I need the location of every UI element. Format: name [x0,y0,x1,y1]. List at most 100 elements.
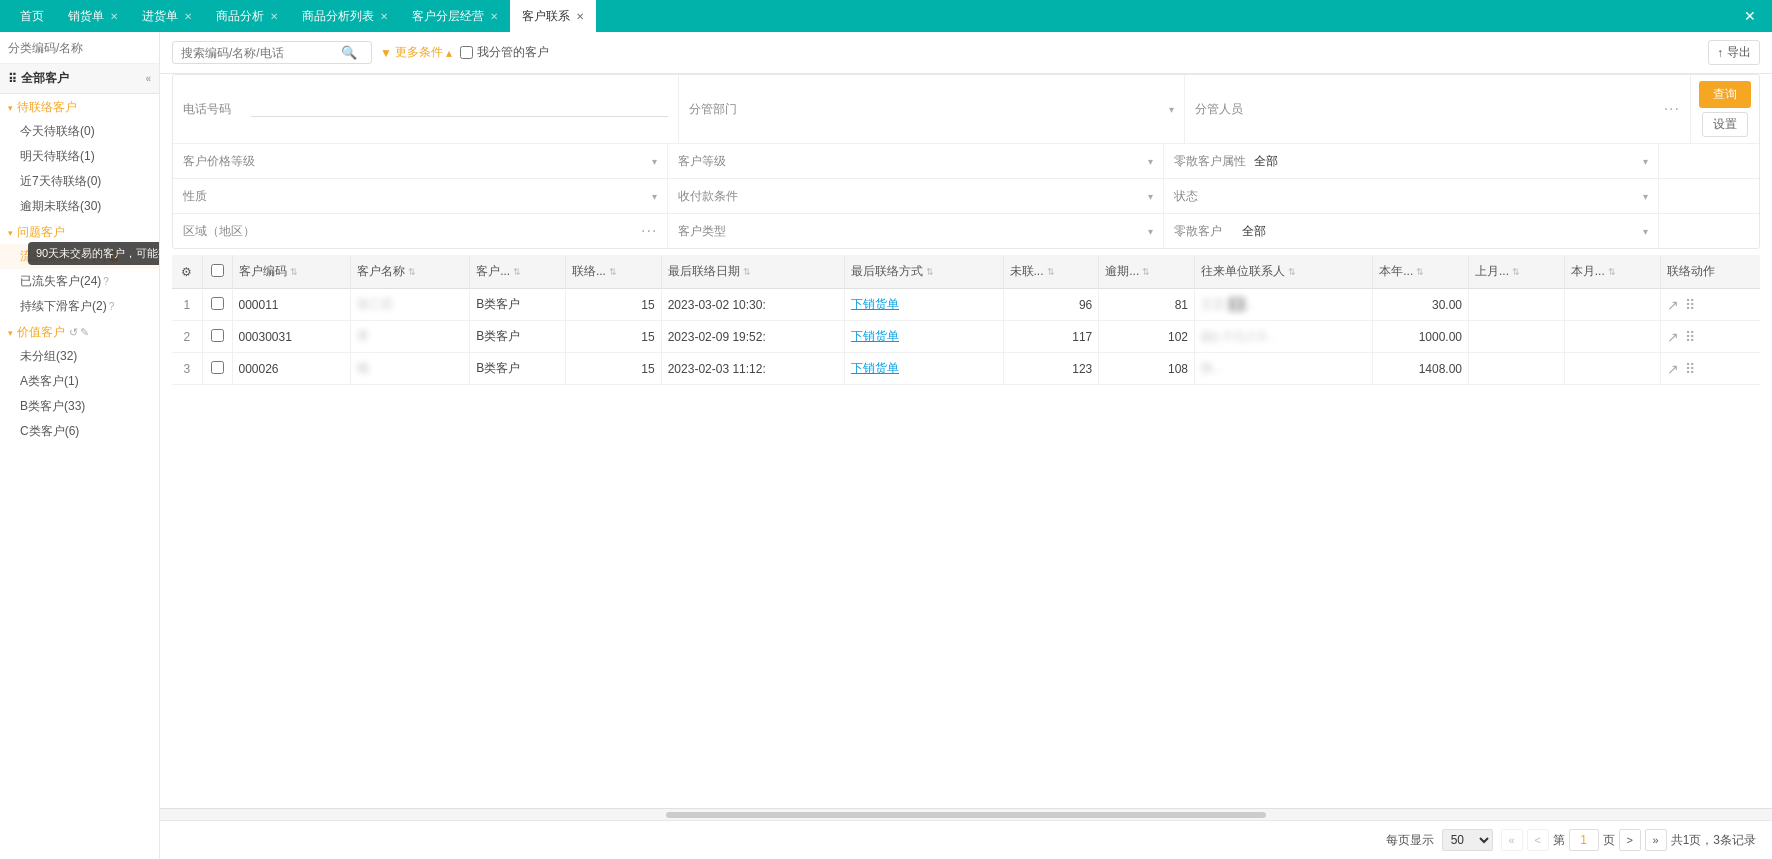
filter-nature-select[interactable]: ▾ [251,191,657,202]
filter-manager-label: 分管人员 [1195,101,1255,118]
filter-manager-dots[interactable]: ··· [1664,100,1680,118]
sidebar-item-declining[interactable]: 持续下滑客户(2) ? [0,294,159,319]
sidebar-group-pending[interactable]: ▾ 待联络客户 [0,94,159,119]
nav-customer-layer-close[interactable]: ✕ [490,11,498,22]
sidebar-item-churned[interactable]: 已流失客户(24) ? [0,269,159,294]
sidebar-item-b-class[interactable]: B类客户(33) [0,394,159,419]
row-check-1[interactable] [202,289,232,321]
page-prev-btn[interactable]: < [1527,829,1549,851]
col-settings[interactable]: ⚙ [172,255,202,289]
filter-dept-select[interactable]: ▾ [757,104,1174,115]
window-close-button[interactable]: ✕ [1736,8,1764,24]
sidebar-all-customers[interactable]: ⠿ 全部客户 « [0,64,159,94]
top-nav: 首页 销货单 ✕ 进货单 ✕ 商品分析 ✕ 商品分析列表 ✕ 客户分层经营 ✕ … [0,0,1772,32]
nav-purchase-close[interactable]: ✕ [184,11,192,22]
col-last-month: 上月... ⇅ [1469,255,1565,289]
col-code-sort[interactable]: ⇅ [290,267,298,277]
main-search-icon[interactable]: 🔍 [341,45,357,60]
action-link-3[interactable]: ↗ [1667,361,1679,377]
setting-button[interactable]: 设置 [1702,112,1748,137]
nav-analysis[interactable]: 商品分析 ✕ [204,0,290,32]
sidebar-item-a-class[interactable]: A类客户(1) [0,369,159,394]
col-overdue-sort[interactable]: ⇅ [1142,267,1150,277]
nav-analysis-list[interactable]: 商品分析列表 ✕ [290,0,400,32]
nav-customer-contact[interactable]: 客户联系 ✕ [510,0,596,32]
action-grid-1[interactable]: ⠿ [1685,297,1695,313]
action-grid-3[interactable]: ⠿ [1685,361,1695,377]
select-all-checkbox[interactable] [211,264,224,277]
row-check-3[interactable] [202,353,232,385]
sidebar-item-tomorrow[interactable]: 明天待联络(1) [0,144,159,169]
col-this-year-sort[interactable]: ⇅ [1416,267,1424,277]
row-check-2[interactable] [202,321,232,353]
action-link-1[interactable]: ↗ [1667,297,1679,313]
per-page-select[interactable]: 50 20 100 [1442,829,1493,851]
nav-customer-contact-close[interactable]: ✕ [576,11,584,22]
filter-status-select[interactable]: ▾ [1242,191,1648,202]
col-this-month-sort[interactable]: ⇅ [1608,267,1616,277]
page-number-input[interactable] [1569,829,1599,851]
query-button[interactable]: 查询 [1699,81,1751,108]
filter-phone-input[interactable] [251,102,668,117]
row-name-1: 张三百 [351,289,470,321]
horizontal-scrollbar[interactable] [160,808,1772,820]
nav-analysis-list-label: 商品分析列表 [302,8,374,25]
nav-home[interactable]: 首页 [8,0,56,32]
action-grid-2[interactable]: ⠿ [1685,329,1695,345]
action-link-2[interactable]: ↗ [1667,329,1679,345]
sidebar-group-value[interactable]: ▾ 价值客户 ↺ ✎ [0,319,159,344]
col-unit-contact-sort[interactable]: ⇅ [1288,267,1296,277]
filter-retail-attr-select[interactable]: 全部 ▾ [1254,153,1648,170]
filter-customer-type-select[interactable]: ▾ [746,226,1152,237]
nav-sales-close[interactable]: ✕ [110,11,118,22]
filter-retail-select[interactable]: 全部 ▾ [1242,223,1648,240]
row-way-2[interactable]: 下销货单 [845,321,1003,353]
my-customers-check[interactable]: 我分管的客户 [460,44,549,61]
col-last-way-sort[interactable]: ⇅ [926,267,934,277]
row-contact-2: 15 [565,321,661,353]
my-customers-checkbox[interactable] [460,46,473,59]
nav-analysis-close[interactable]: ✕ [270,11,278,22]
row-overdue-3: 108 [1099,353,1195,385]
filter-retail-label: 零散客户 [1174,223,1234,240]
filter-region-dots[interactable]: ··· [641,222,657,240]
more-conditions-arrow: ▴ [446,46,452,60]
filter-region-label: 区域（地区） [183,223,255,240]
col-type-sort[interactable]: ⇅ [513,267,521,277]
col-last-month-sort[interactable]: ⇅ [1512,267,1520,277]
page-next-btn[interactable]: > [1619,829,1641,851]
sidebar-item-today[interactable]: 今天待联络(0) [0,119,159,144]
page-first-btn[interactable]: « [1501,829,1523,851]
sidebar-item-ungrouped[interactable]: 未分组(32) [0,344,159,369]
nav-customer-layer[interactable]: 客户分层经营 ✕ [400,0,510,32]
value-refresh-icon[interactable]: ↺ [69,326,78,339]
sidebar-collapse-icon[interactable]: « [145,73,151,84]
row-way-3[interactable]: 下销货单 [845,353,1003,385]
value-edit-icon[interactable]: ✎ [80,326,89,339]
filter-price-level-select[interactable]: ▾ [263,156,657,167]
page-last-btn[interactable]: » [1645,829,1667,851]
row-way-1[interactable]: 下销货单 [845,289,1003,321]
col-last-date-sort[interactable]: ⇅ [743,267,751,277]
filter-row-1: 电话号码 分管部门 ▾ 分管人员 ··· [173,75,1759,144]
col-contact-sort[interactable]: ⇅ [609,267,617,277]
col-uncontacted-sort[interactable]: ⇅ [1047,267,1055,277]
sidebar-item-c-class[interactable]: C类客户(6) [0,419,159,444]
sidebar-item-week[interactable]: 近7天待联络(0) [0,169,159,194]
nav-analysis-list-close[interactable]: ✕ [380,11,388,22]
sidebar-item-overdue[interactable]: 逾期未联络(30) [0,194,159,219]
filter-customer-level-select[interactable]: ▾ [746,156,1152,167]
export-button[interactable]: ↑ 导出 [1708,40,1760,65]
filter-payment-select[interactable]: ▾ [746,191,1152,202]
nav-sales[interactable]: 销货单 ✕ [56,0,130,32]
nav-purchase[interactable]: 进货单 ✕ [130,0,204,32]
more-conditions-btn[interactable]: ▼ 更多条件 ▴ [380,44,452,61]
sidebar-item-churn-warning[interactable]: 流失预警客户(3) ! [0,244,159,269]
main-search-input[interactable] [181,46,341,60]
sidebar-search-input[interactable] [8,41,158,55]
sidebar-group-problem[interactable]: ▾ 问题客户 [0,219,159,244]
col-name-sort[interactable]: ⇅ [408,267,416,277]
settings-icon[interactable]: ⚙ [181,265,192,279]
scrollbar-thumb[interactable] [666,812,1266,818]
col-check[interactable] [202,255,232,289]
